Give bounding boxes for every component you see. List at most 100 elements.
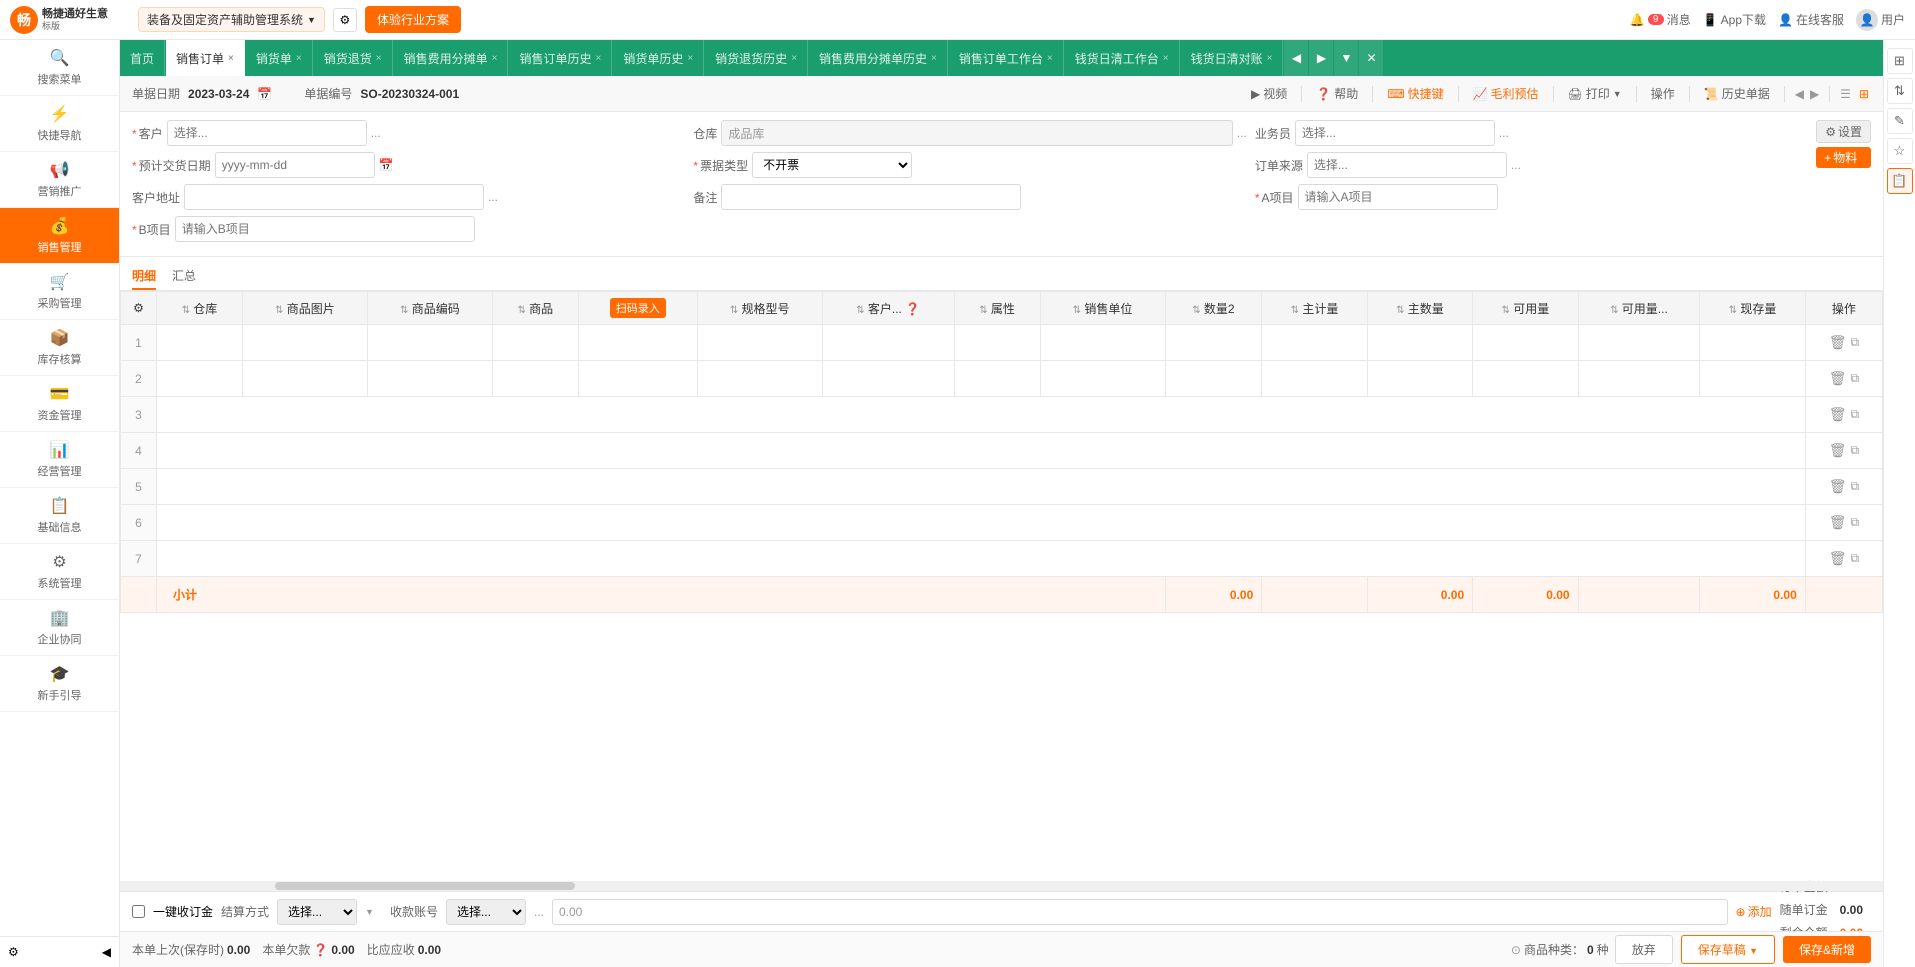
tab-cash-daily-clear-workbench[interactable]: 钱货日清工作台 × (1065, 40, 1180, 76)
settings-icon[interactable]: ⚙ (333, 8, 357, 32)
one-click-checkbox[interactable] (132, 905, 145, 918)
tab-sales-fee-split-history[interactable]: 销售费用分摊单历史 × (809, 40, 948, 76)
sidebar-item-inventory[interactable]: 📦 库存核算 (0, 320, 119, 376)
sort-warehouse-icon[interactable]: ⇅ (182, 305, 190, 316)
sidebar-item-guide[interactable]: 🎓 新手引导 (0, 656, 119, 712)
tab-home[interactable]: 首页 (120, 40, 165, 76)
nav-prev-icon[interactable]: ◀ (1795, 87, 1804, 101)
right-tool-exchange[interactable]: ⇅ (1887, 78, 1913, 104)
sort-main-unit-icon[interactable]: ⇅ (1291, 305, 1299, 316)
tab-close-sales-fee-split-history[interactable]: × (931, 53, 937, 64)
tab-sales-order-workbench[interactable]: 销售订单工作台 × (949, 40, 1064, 76)
sort-product-icon[interactable]: ⇅ (517, 305, 525, 316)
right-tool-edit[interactable]: ✎ (1887, 108, 1913, 134)
sort-stock-icon[interactable]: ⇅ (1729, 305, 1737, 316)
row-1-copy-icon[interactable]: ⧉ (1850, 335, 1859, 350)
a-project-input[interactable] (1298, 184, 1498, 210)
sidebar-item-operations[interactable]: 📊 经营管理 (0, 432, 119, 488)
note-input[interactable] (721, 184, 1021, 210)
row-4-copy-icon[interactable]: ⧉ (1850, 443, 1859, 458)
tab-close-sales-return[interactable]: × (296, 53, 302, 64)
sidebar-item-basic-info[interactable]: 📋 基础信息 (0, 488, 119, 544)
calendar-icon[interactable]: 📅 (379, 158, 394, 172)
sidebar-item-finance[interactable]: 💳 资金管理 (0, 376, 119, 432)
system-title[interactable]: 装备及固定资产辅助管理系统 ▼ (138, 7, 325, 32)
sidebar-item-enterprise[interactable]: 🏢 企业协同 (0, 600, 119, 656)
delivery-date-input[interactable] (215, 152, 375, 178)
tab-close-cash-daily-clear-account[interactable]: × (1267, 53, 1273, 64)
salesperson-dots[interactable]: ... (1499, 126, 1509, 140)
invoice-type-select[interactable]: 不开票 (752, 152, 912, 178)
app-download-btn[interactable]: 📱 App下载 (1703, 11, 1766, 28)
tab-close-sales-order-workbench[interactable]: × (1047, 53, 1053, 64)
row-2-copy-icon[interactable]: ⧉ (1850, 371, 1859, 386)
tab-close-sales-return-history[interactable]: × (687, 53, 693, 64)
row-7-delete-icon[interactable]: 🗑 (1829, 550, 1847, 567)
form-add-btn[interactable]: + 物料 (1816, 147, 1871, 168)
tab-sales-return-history[interactable]: 销货单历史 × (613, 40, 704, 76)
sort-code-icon[interactable]: ⇅ (400, 305, 408, 316)
save-draft-btn[interactable]: 保存草稿 ▼ (1681, 935, 1775, 964)
salesperson-input[interactable] (1295, 120, 1495, 146)
add-receipt-btn[interactable]: ⊕ 添加 (1736, 903, 1772, 920)
warehouse-dots[interactable]: ... (1237, 126, 1247, 140)
print-btn[interactable]: 🖨 打印 ▼ (1564, 83, 1626, 104)
row-3-delete-icon[interactable]: 🗑 (1829, 406, 1847, 423)
user-avatar[interactable]: 👤 用户 (1856, 9, 1905, 31)
tab-sales-goods-return-history[interactable]: 销货退货历史 × (705, 40, 808, 76)
row-5-copy-icon[interactable]: ⧉ (1850, 479, 1859, 494)
b-project-input[interactable] (175, 216, 475, 242)
list-view-icon[interactable]: ☰ (1840, 87, 1851, 101)
tab-close-sales-order-history[interactable]: × (595, 53, 601, 64)
shortcut-btn[interactable]: ⌨ 快捷键 (1383, 83, 1447, 104)
gear-icon[interactable]: ⚙ (8, 945, 19, 959)
right-tool-grid[interactable]: ⊞ (1887, 48, 1913, 74)
right-tool-clipboard[interactable]: 📋 (1887, 168, 1913, 194)
customer-input[interactable] (167, 120, 367, 146)
row-5-delete-icon[interactable]: 🗑 (1829, 478, 1847, 495)
online-service-btn[interactable]: 👤 在线客服 (1778, 11, 1844, 28)
save-new-btn[interactable]: 保存&新增 (1783, 936, 1871, 963)
receipt-amount-input[interactable] (552, 899, 1728, 925)
nav-next-icon[interactable]: ▶ (1810, 87, 1819, 101)
payment-method-select[interactable]: 选择... (277, 899, 357, 925)
industry-btn[interactable]: 体验行业方案 (365, 6, 461, 33)
row-2-delete-icon[interactable]: 🗑 (1829, 370, 1847, 387)
sort-avail-icon[interactable]: ⇅ (1502, 305, 1510, 316)
order-source-input[interactable] (1307, 152, 1507, 178)
right-tool-star[interactable]: ☆ (1887, 138, 1913, 164)
notification-btn[interactable]: 🔔 9 消息 (1630, 11, 1691, 28)
tab-close-sales-fee-split[interactable]: × (492, 53, 498, 64)
tab-close-all-btn[interactable]: ✕ (1359, 40, 1383, 76)
row-7-copy-icon[interactable]: ⧉ (1850, 551, 1859, 566)
row-6-copy-icon[interactable]: ⧉ (1850, 515, 1859, 530)
order-source-dots[interactable]: ... (1511, 158, 1521, 172)
tab-close-sales-goods-return-history[interactable]: × (791, 53, 797, 64)
customer-dots[interactable]: ... (371, 126, 381, 140)
sidebar-item-system[interactable]: ⚙ 系统管理 (0, 544, 119, 600)
more-dots[interactable]: ... (534, 905, 544, 919)
tab-more-btn[interactable]: ▼ (1334, 40, 1358, 76)
discard-btn[interactable]: 放弃 (1615, 935, 1673, 964)
row-6-delete-icon[interactable]: 🗑 (1829, 514, 1847, 531)
sort-main-qty-icon[interactable]: ⇅ (1396, 305, 1404, 316)
view-btn[interactable]: ▶ 视频 (1247, 83, 1291, 104)
sort-spec-icon[interactable]: ⇅ (730, 305, 738, 316)
row-4-delete-icon[interactable]: 🗑 (1829, 442, 1847, 459)
sort-avail2-icon[interactable]: ⇅ (1610, 305, 1618, 316)
row-1-delete-icon[interactable]: 🗑 (1829, 334, 1847, 351)
tab-close-sales-goods-return[interactable]: × (376, 53, 382, 64)
tab-summary[interactable]: 汇总 (172, 263, 196, 290)
sort-customer-code-icon[interactable]: ⇅ (856, 305, 864, 316)
address-dots[interactable]: ... (488, 190, 498, 204)
tab-sales-goods-return[interactable]: 销货退货 × (314, 40, 393, 76)
scroll-thumb[interactable] (275, 882, 575, 890)
form-setting-btn[interactable]: ⚙ 设置 (1816, 120, 1871, 143)
receipt-account-select[interactable]: 选择... (446, 899, 526, 925)
horizontal-scrollbar[interactable] (120, 881, 1883, 891)
tab-next-btn[interactable]: ▶ (1309, 40, 1333, 76)
grid-view-icon[interactable]: ⊞ (1857, 85, 1871, 103)
customer-address-input[interactable] (184, 184, 484, 210)
scan-btn[interactable]: 扫码录入 (610, 298, 666, 318)
tab-close-sales-order[interactable]: × (228, 53, 234, 64)
